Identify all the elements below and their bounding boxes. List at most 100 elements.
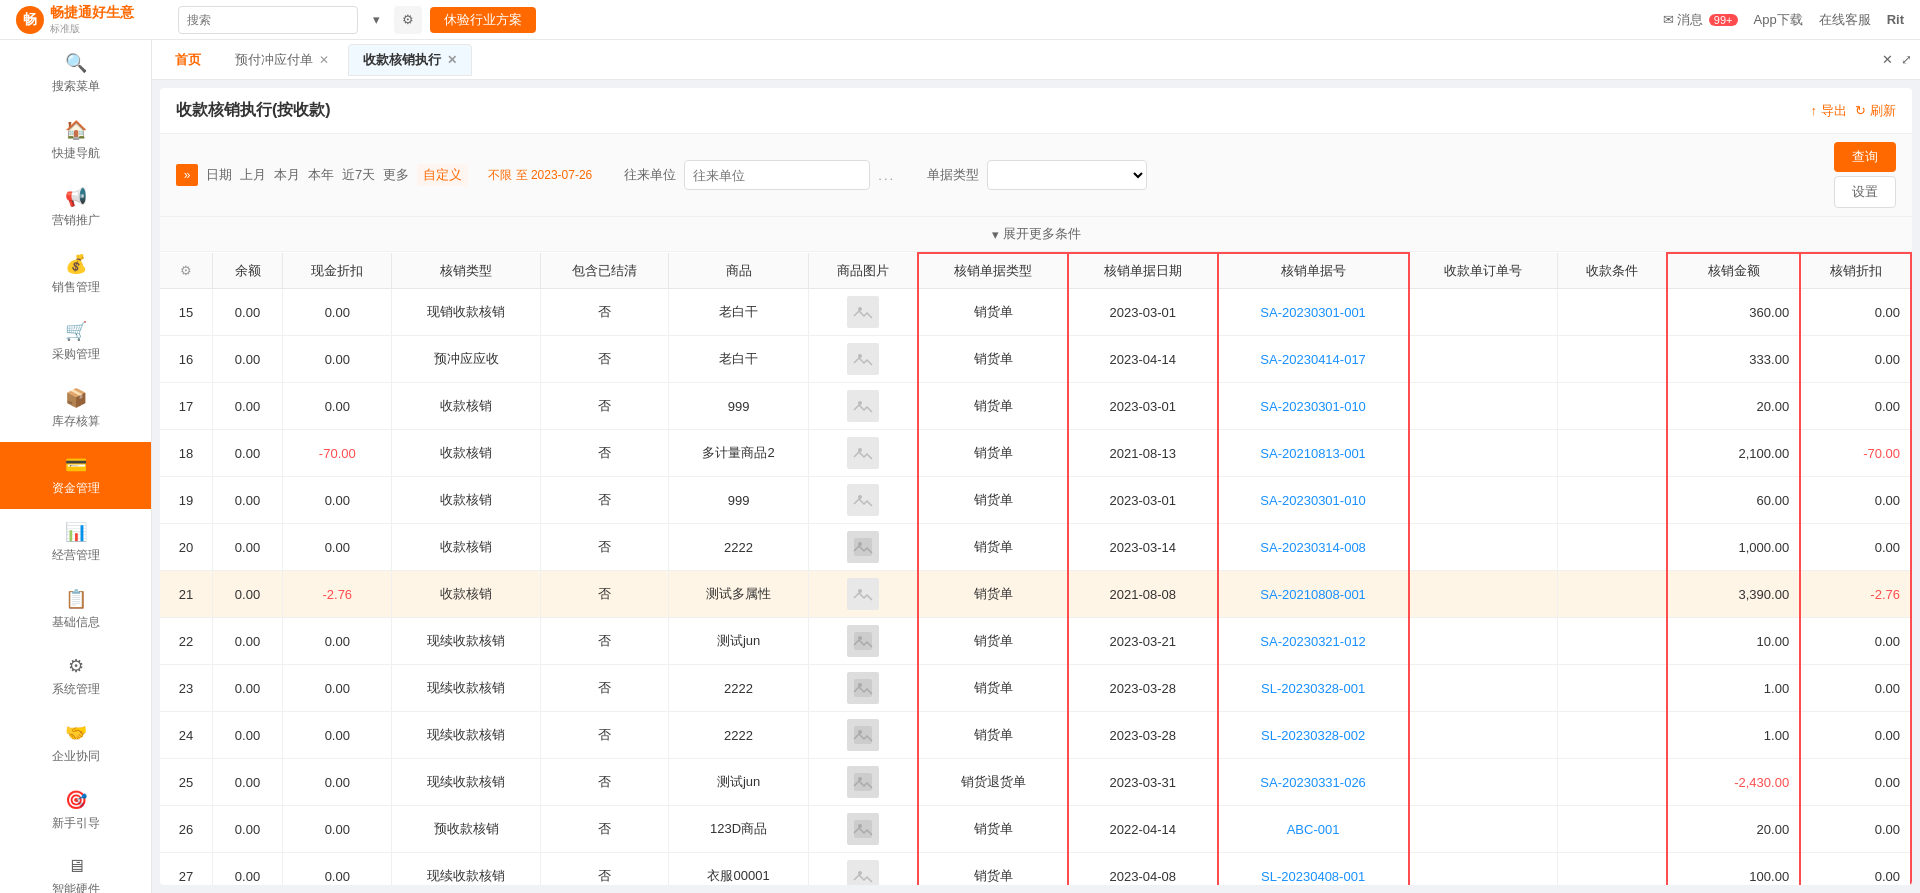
system-icon: ⚙ [68, 655, 84, 677]
verify-doc-no-link[interactable]: SA-20210813-001 [1260, 446, 1366, 461]
filter-dots-1: ... [878, 168, 895, 183]
cell-verify-doc-no[interactable]: SA-20230414-017 [1218, 336, 1409, 383]
goods-image [847, 578, 879, 610]
receipt-type-select[interactable] [987, 160, 1147, 190]
tab-collection-close[interactable]: ✕ [447, 53, 457, 67]
cell-verify-doc-no[interactable]: SA-20230301-010 [1218, 477, 1409, 524]
cell-receipt-order-no [1409, 853, 1558, 886]
sidebar-item-sales[interactable]: 💰 销售管理 [0, 241, 151, 308]
date-last-month[interactable]: 上月 [240, 166, 266, 184]
verify-doc-no-link[interactable]: SA-20230301-001 [1260, 305, 1366, 320]
cell-verify-doc-no[interactable]: SL-20230328-002 [1218, 712, 1409, 759]
verify-doc-no-link[interactable]: SL-20230328-001 [1261, 681, 1365, 696]
cell-verify-doc-no[interactable]: SA-20230301-001 [1218, 289, 1409, 336]
date-this-year[interactable]: 本年 [308, 166, 334, 184]
verify-doc-no-link[interactable]: SA-20230314-008 [1260, 540, 1366, 555]
cell-balance: 0.00 [212, 665, 282, 712]
sidebar-item-search[interactable]: 🔍 搜索菜单 [0, 40, 151, 107]
cell-id: 19 [160, 477, 212, 524]
expand-icon[interactable]: ⤢ [1901, 52, 1912, 67]
svg-rect-18 [854, 726, 872, 744]
sidebar-item-corp[interactable]: 🤝 企业协同 [0, 710, 151, 777]
cell-verify-type: 现续收款核销 [392, 665, 540, 712]
user-name[interactable]: Rit [1887, 12, 1904, 27]
export-button[interactable]: ↑ 导出 [1811, 102, 1848, 120]
sidebar-item-label: 智能硬件 [52, 881, 100, 893]
verify-doc-no-link[interactable]: SA-20230301-010 [1260, 399, 1366, 414]
cell-verify-doc-type: 销货单 [918, 571, 1068, 618]
cell-cash-discount: 0.00 [283, 806, 392, 853]
cell-verify-doc-no[interactable]: ABC-001 [1218, 806, 1409, 853]
cell-verify-doc-no[interactable]: SL-20230408-001 [1218, 853, 1409, 886]
cell-verify-doc-no[interactable]: SA-20230301-010 [1218, 383, 1409, 430]
cell-verify-doc-no[interactable]: SA-20230321-012 [1218, 618, 1409, 665]
cell-receipt-condition [1557, 571, 1667, 618]
th-verify-amount: 核销金额 [1667, 253, 1800, 289]
date-last-7-days[interactable]: 近7天 [342, 166, 375, 184]
sidebar-item-inventory[interactable]: 📦 库存核算 [0, 375, 151, 442]
cell-receipt-condition [1557, 712, 1667, 759]
sidebar-item-system[interactable]: ⚙ 系统管理 [0, 643, 151, 710]
cell-verify-doc-date: 2023-03-01 [1068, 383, 1218, 430]
notification-icon: ✉ [1663, 12, 1674, 27]
setting-button[interactable]: 设置 [1834, 176, 1896, 208]
sidebar-item-purchase[interactable]: 🛒 采购管理 [0, 308, 151, 375]
cell-id: 15 [160, 289, 212, 336]
filter-expand-button[interactable]: » [176, 164, 198, 186]
sidebar-item-label: 系统管理 [52, 681, 100, 698]
tab-collection[interactable]: 收款核销执行 ✕ [348, 44, 472, 76]
settings-icon[interactable]: ⚙ [394, 6, 422, 34]
verify-doc-no-link[interactable]: SA-20230331-026 [1260, 775, 1366, 790]
verify-doc-no-link[interactable]: SA-20230321-012 [1260, 634, 1366, 649]
date-this-month[interactable]: 本月 [274, 166, 300, 184]
app-download-link[interactable]: App下载 [1754, 11, 1803, 29]
table-container[interactable]: ⚙ 余额 现金折扣 核销类型 包含已结清 商品 商品图片 核销单据类型 核销单据… [160, 252, 1912, 885]
notification-area[interactable]: ✉ 消息 99+ [1663, 11, 1738, 29]
industry-button[interactable]: 休验行业方案 [430, 7, 536, 33]
sidebar-item-basic-info[interactable]: 📋 基础信息 [0, 576, 151, 643]
verify-doc-no-link[interactable]: SL-20230408-001 [1261, 869, 1365, 884]
expand-down-icon: ▾ [992, 227, 999, 242]
cell-id: 27 [160, 853, 212, 886]
cell-cash-discount: 0.00 [283, 618, 392, 665]
tab-home[interactable]: 首页 [160, 44, 216, 76]
top-search-input[interactable] [178, 6, 358, 34]
sidebar-item-marketing[interactable]: 📢 营销推广 [0, 174, 151, 241]
verify-doc-no-link[interactable]: SA-20230414-017 [1260, 352, 1366, 367]
online-service-link[interactable]: 在线客服 [1819, 11, 1871, 29]
cell-verify-doc-no[interactable]: SA-20210808-001 [1218, 571, 1409, 618]
date-more[interactable]: 更多 [383, 166, 409, 184]
verify-doc-no-link[interactable]: SL-20230328-002 [1261, 728, 1365, 743]
sidebar-item-guide[interactable]: 🎯 新手引导 [0, 777, 151, 844]
settings-col-icon[interactable]: ⚙ [180, 263, 192, 278]
cell-verify-doc-no[interactable]: SA-20230331-026 [1218, 759, 1409, 806]
sidebar-item-operations[interactable]: 📊 经营管理 [0, 509, 151, 576]
cell-verify-doc-no[interactable]: SA-20210813-001 [1218, 430, 1409, 477]
verify-doc-no-link[interactable]: SA-20210808-001 [1260, 587, 1366, 602]
sidebar-item-finance[interactable]: 💳 资金管理 [0, 442, 151, 509]
cell-include-settled: 否 [540, 806, 669, 853]
cell-verify-doc-no[interactable]: SL-20230328-001 [1218, 665, 1409, 712]
verify-doc-no-link[interactable]: SA-20230301-010 [1260, 493, 1366, 508]
verify-doc-no-link[interactable]: ABC-001 [1287, 822, 1340, 837]
close-all-icon[interactable]: ✕ [1882, 52, 1893, 67]
cell-include-settled: 否 [540, 289, 669, 336]
sidebar-item-quick-nav[interactable]: 🏠 快捷导航 [0, 107, 151, 174]
goods-image [847, 531, 879, 563]
tab-prepay-close[interactable]: ✕ [319, 53, 329, 67]
expand-conditions-button[interactable]: ▾ 展开更多条件 [992, 225, 1081, 243]
tab-prepay[interactable]: 预付冲应付单 ✕ [220, 44, 344, 76]
cell-verify-doc-no[interactable]: SA-20230314-008 [1218, 524, 1409, 571]
cell-verify-type: 收款核销 [392, 430, 540, 477]
from-unit-input[interactable] [684, 160, 870, 190]
date-custom[interactable]: 自定义 [417, 164, 468, 186]
cell-verify-discount: 0.00 [1800, 477, 1911, 524]
refresh-button[interactable]: ↻ 刷新 [1855, 102, 1896, 120]
th-settings[interactable]: ⚙ [160, 253, 212, 289]
cell-balance: 0.00 [212, 806, 282, 853]
query-button[interactable]: 查询 [1834, 142, 1896, 172]
goods-image [847, 437, 879, 469]
dropdown-icon[interactable]: ▾ [366, 10, 386, 30]
sidebar-item-hardware[interactable]: 🖥 智能硬件 [0, 844, 151, 893]
hardware-icon: 🖥 [67, 856, 85, 877]
